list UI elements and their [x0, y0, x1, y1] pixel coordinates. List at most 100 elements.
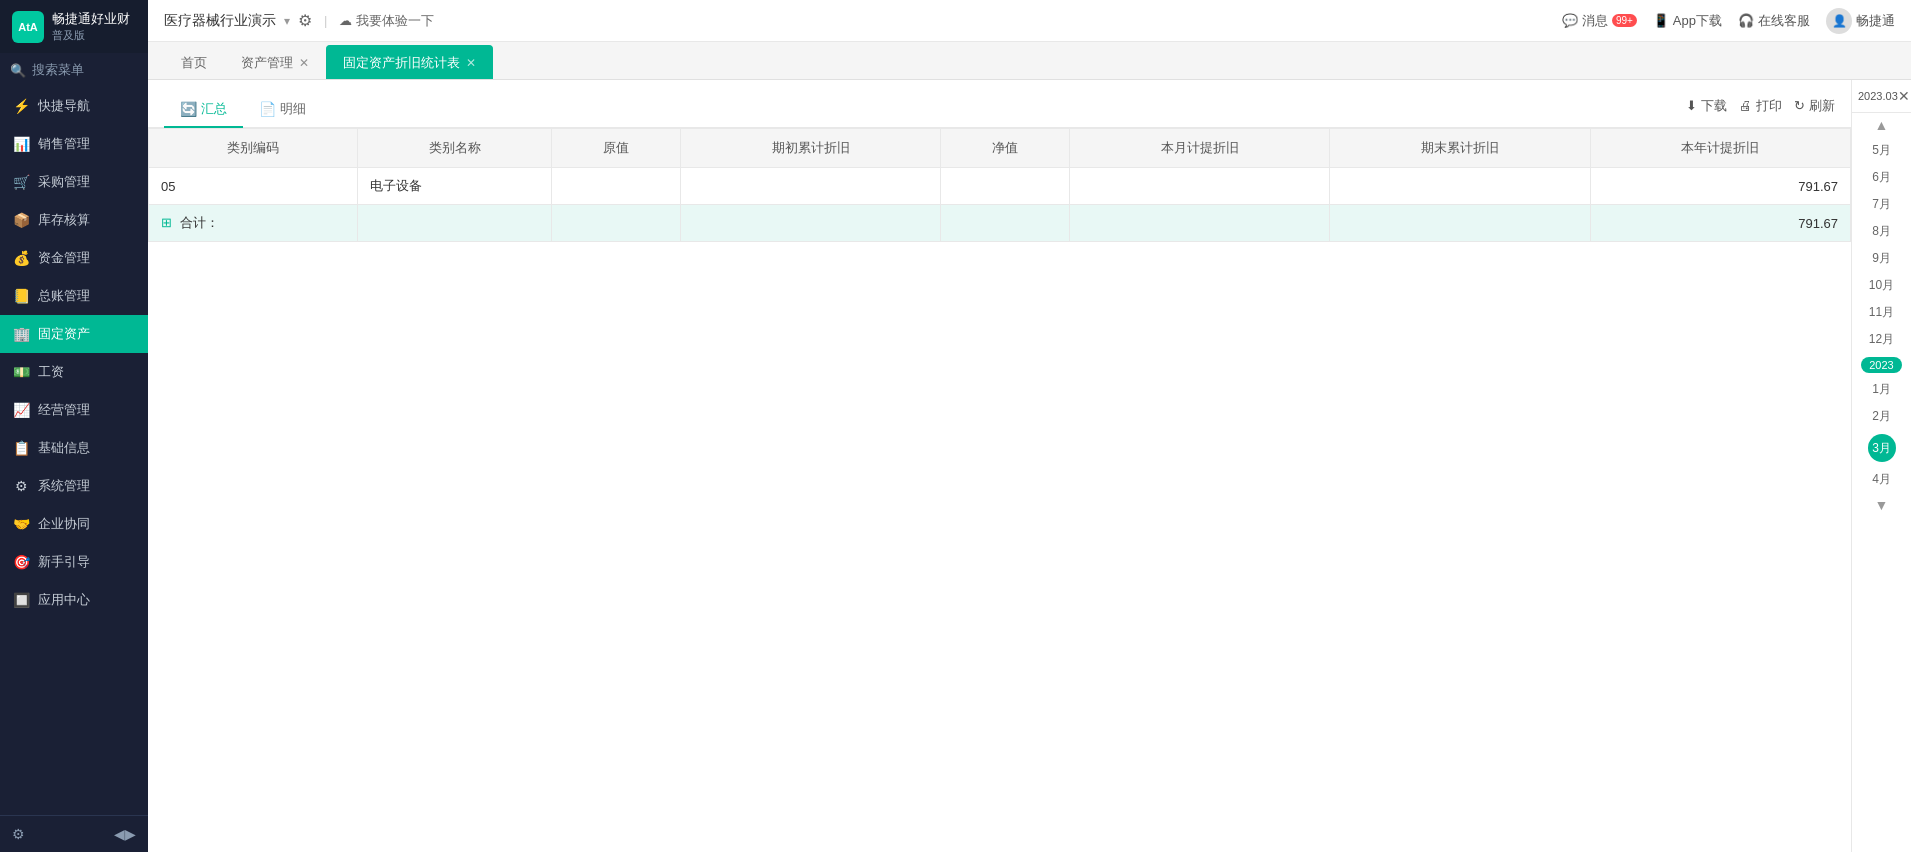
subtotal-net-value	[941, 205, 1070, 242]
experience-icon: ☁	[339, 13, 352, 28]
month-3-current[interactable]: 3月	[1868, 434, 1896, 462]
settings-button[interactable]: ⚙	[12, 826, 25, 842]
app-download-button[interactable]: 📱 App下载	[1653, 12, 1722, 30]
messages-button[interactable]: 💬 消息 99+	[1562, 12, 1637, 30]
username-label: 畅捷通	[1856, 12, 1895, 30]
enterprise-icon: 🤝	[12, 516, 30, 532]
scroll-up-button[interactable]: ▲	[1852, 113, 1911, 137]
sidebar-item-finance[interactable]: 💰 资金管理	[0, 239, 148, 277]
basic-info-label: 基础信息	[38, 439, 90, 457]
month-9[interactable]: 9月	[1852, 245, 1911, 272]
sidebar-search[interactable]: 🔍 搜索菜单	[0, 53, 148, 87]
row-monthly-dep	[1070, 168, 1330, 205]
sidebar-item-guide[interactable]: 🎯 新手引导	[0, 543, 148, 581]
purchase-label: 采购管理	[38, 173, 90, 191]
download-button[interactable]: ⬇ 下载	[1686, 97, 1727, 115]
subtab-summary[interactable]: 🔄 汇总	[164, 92, 243, 128]
month-7[interactable]: 7月	[1852, 191, 1911, 218]
fixed-assets-label: 固定资产	[38, 325, 90, 343]
finance-label: 资金管理	[38, 249, 90, 267]
main-content: 医疗器械行业演示 ▾ ⚙ | ☁ 我要体验一下 💬 消息 99+ 📱 App下载…	[148, 0, 1911, 852]
purchase-icon: 🛒	[12, 174, 30, 190]
subtab-detail[interactable]: 📄 明细	[243, 92, 322, 128]
sidebar-item-quick-nav[interactable]: ⚡ 快捷导航	[0, 87, 148, 125]
subtotal-name	[357, 205, 552, 242]
subtotal-ending-dep	[1330, 205, 1590, 242]
print-button[interactable]: 🖨 打印	[1739, 97, 1782, 115]
inventory-icon: 📦	[12, 212, 30, 228]
finance-icon: 💰	[12, 250, 30, 266]
month-1[interactable]: 1月	[1852, 376, 1911, 403]
user-menu[interactable]: 👤 畅捷通	[1826, 8, 1895, 34]
asset-mgmt-close-icon[interactable]: ✕	[299, 56, 309, 70]
apps-label: 应用中心	[38, 591, 90, 609]
company-name[interactable]: 医疗器械行业演示	[164, 12, 276, 30]
scroll-down-button[interactable]: ▼	[1852, 493, 1911, 517]
online-service-button[interactable]: 🎧 在线客服	[1738, 12, 1810, 30]
panel-close-button[interactable]: ✕	[1898, 88, 1910, 104]
col-annual-dep: 本年计提折旧	[1590, 129, 1850, 168]
col-code: 类别编码	[149, 129, 358, 168]
col-name: 类别名称	[357, 129, 552, 168]
month-4[interactable]: 4月	[1852, 466, 1911, 493]
download-icon: ⬇	[1686, 98, 1697, 113]
month-8[interactable]: 8月	[1852, 218, 1911, 245]
month-5[interactable]: 5月	[1852, 137, 1911, 164]
month-11[interactable]: 11月	[1852, 299, 1911, 326]
row-original	[552, 168, 681, 205]
sidebar-logo: AtA 畅捷通好业财 普及版	[0, 0, 148, 53]
guide-icon: 🎯	[12, 554, 30, 570]
app-version: 普及版	[52, 28, 130, 43]
sidebar-item-basic-info[interactable]: 📋 基础信息	[0, 429, 148, 467]
tab-home[interactable]: 首页	[164, 45, 224, 79]
search-label: 搜索菜单	[32, 61, 84, 79]
sidebar-item-system[interactable]: ⚙ 系统管理	[0, 467, 148, 505]
month-10[interactable]: 10月	[1852, 272, 1911, 299]
right-date-panel: 2023.03 ✕ ⤢ ▲ 5月 6月 7月 8月 9月 10月 11月 12月…	[1851, 80, 1911, 852]
basic-info-icon: 📋	[12, 440, 30, 456]
print-icon: 🖨	[1739, 98, 1752, 113]
tab-asset-mgmt[interactable]: 资产管理 ✕	[224, 45, 326, 79]
year-tag-2023[interactable]: 2023	[1861, 357, 1901, 373]
ledger-label: 总账管理	[38, 287, 90, 305]
collapse-button[interactable]: ◀▶	[114, 826, 136, 842]
experience-button[interactable]: ☁ 我要体验一下	[339, 12, 434, 30]
tabbar: 首页 资产管理 ✕ 固定资产折旧统计表 ✕	[148, 42, 1911, 80]
sidebar-item-enterprise[interactable]: 🤝 企业协同	[0, 505, 148, 543]
depreciation-table: 类别编码 类别名称 原值 期初累计折旧 净值 本月计提折旧 期末累计折旧 本年计…	[148, 128, 1851, 242]
sidebar-item-purchase[interactable]: 🛒 采购管理	[0, 163, 148, 201]
sidebar-item-payroll[interactable]: 💵 工资	[0, 353, 148, 391]
sidebar-item-sales[interactable]: 📊 销售管理	[0, 125, 148, 163]
depreciation-label: 固定资产折旧统计表	[343, 54, 460, 72]
user-avatar: 👤	[1826, 8, 1852, 34]
apps-icon: 🔲	[12, 592, 30, 608]
subtabs: 🔄 汇总 📄 明细 ⬇ 下载 🖨 打印 ↻	[148, 80, 1851, 128]
tab-depreciation[interactable]: 固定资产折旧统计表 ✕	[326, 45, 493, 79]
refresh-label: 刷新	[1809, 97, 1835, 115]
refresh-button[interactable]: ↻ 刷新	[1794, 97, 1835, 115]
app-logo-icon: AtA	[12, 11, 44, 43]
row-annual-dep: 791.67	[1590, 168, 1850, 205]
content-area: 🔄 汇总 📄 明细 ⬇ 下载 🖨 打印 ↻	[148, 80, 1911, 852]
sidebar-item-fixed-assets[interactable]: 🏢 固定资产	[0, 315, 148, 353]
sidebar-item-ledger[interactable]: 📒 总账管理	[0, 277, 148, 315]
quick-nav-label: 快捷导航	[38, 97, 90, 115]
month-12[interactable]: 12月	[1852, 326, 1911, 353]
app-name: 畅捷通好业财	[52, 10, 130, 28]
search-icon: 🔍	[10, 63, 26, 78]
sidebar-item-apps[interactable]: 🔲 应用中心	[0, 581, 148, 619]
company-dropdown-icon[interactable]: ▾	[284, 14, 290, 28]
sales-icon: 📊	[12, 136, 30, 152]
messages-badge: 99+	[1612, 14, 1637, 27]
download-label: 下载	[1701, 97, 1727, 115]
depreciation-close-icon[interactable]: ✕	[466, 56, 476, 70]
sidebar-item-inventory[interactable]: 📦 库存核算	[0, 201, 148, 239]
subtotal-text: 合计：	[180, 215, 219, 230]
sidebar-item-operations[interactable]: 📈 经营管理	[0, 391, 148, 429]
topbar-settings-icon[interactable]: ⚙	[298, 11, 312, 30]
service-label: 在线客服	[1758, 12, 1810, 30]
col-original: 原值	[552, 129, 681, 168]
month-6[interactable]: 6月	[1852, 164, 1911, 191]
month-2[interactable]: 2月	[1852, 403, 1911, 430]
summary-icon: 🔄	[180, 101, 197, 117]
